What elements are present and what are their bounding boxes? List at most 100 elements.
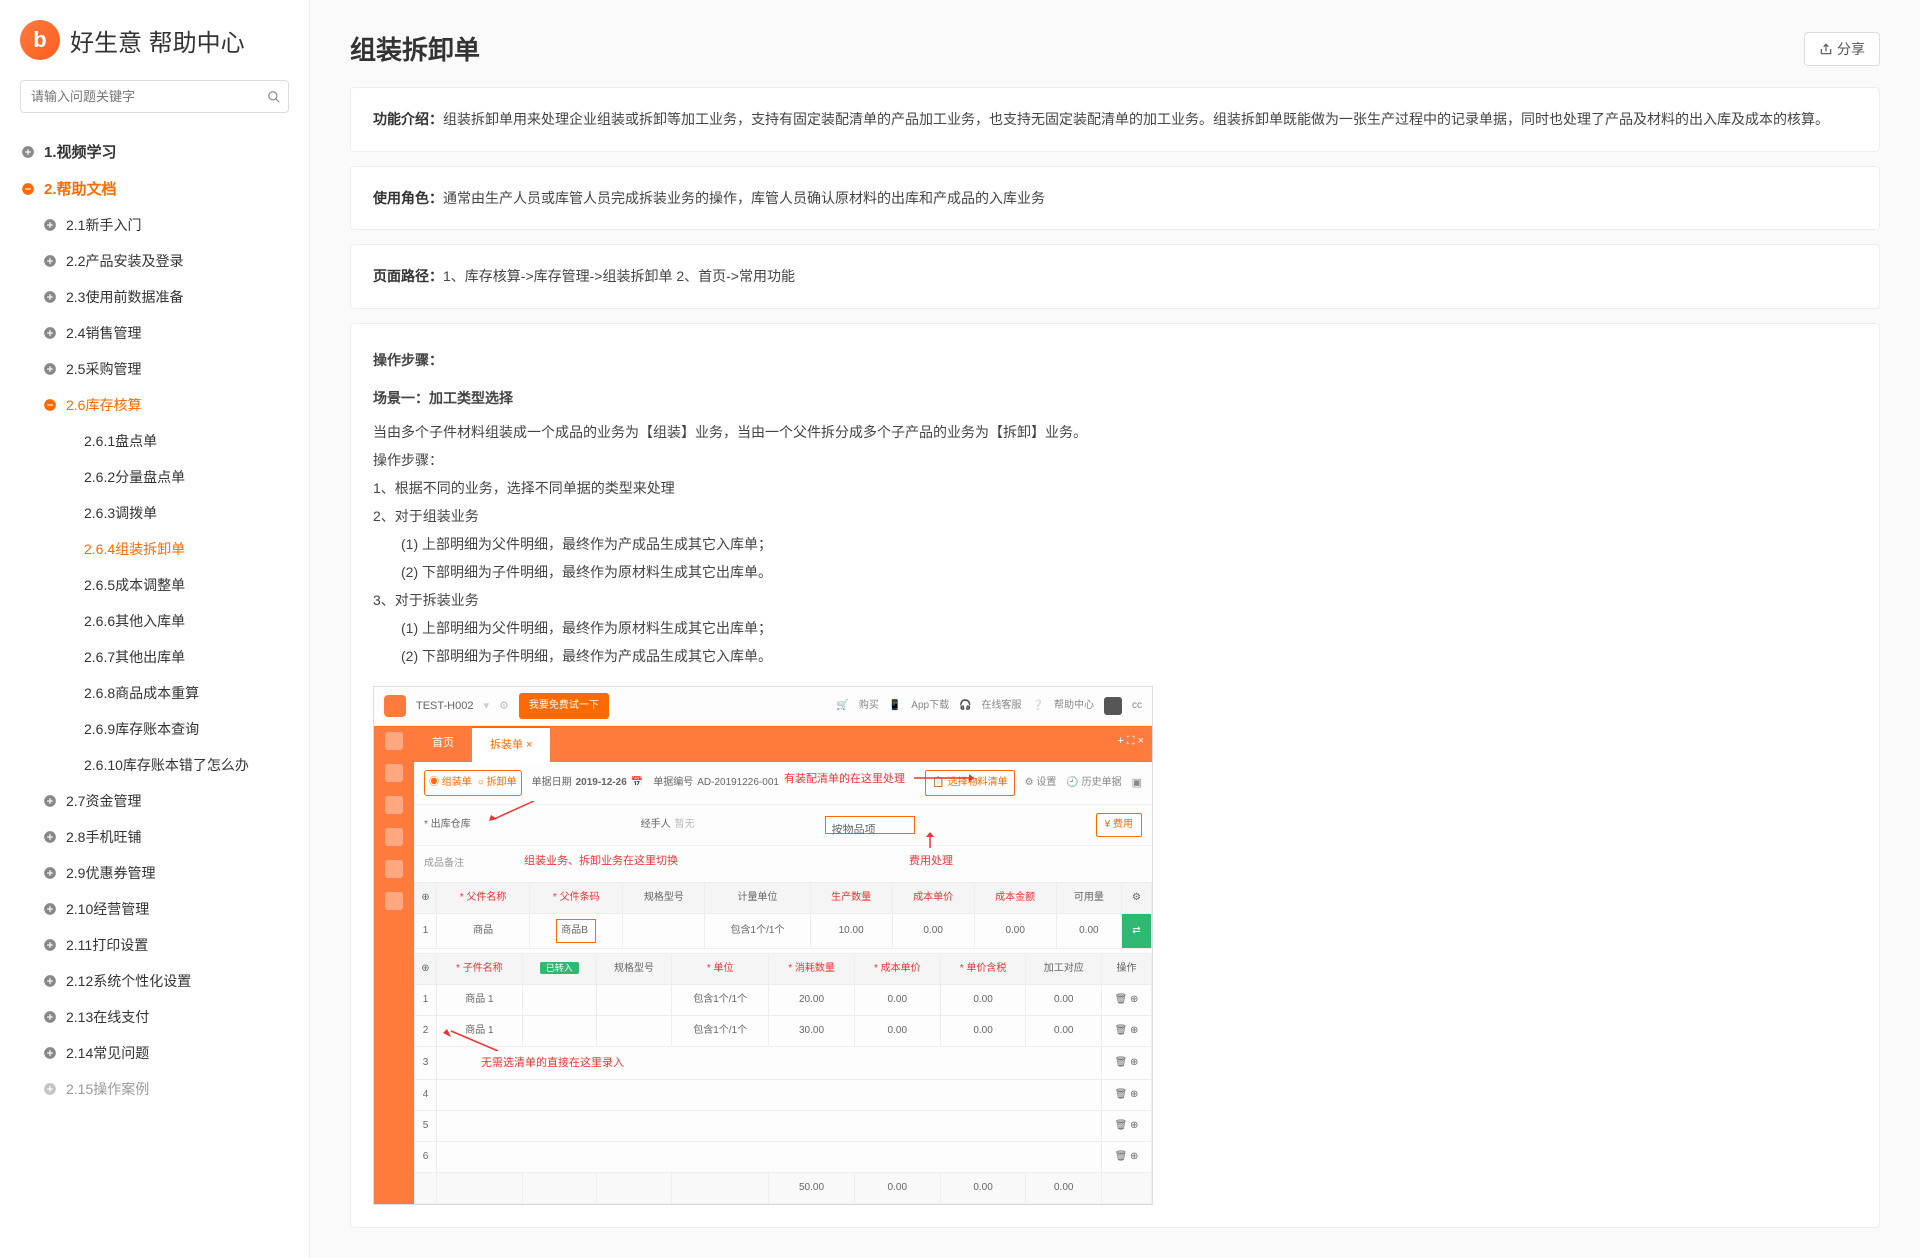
- ss-nav-icon: [385, 892, 403, 910]
- ss-app-download: 📱: [889, 696, 901, 716]
- plus-icon: [42, 1045, 58, 1061]
- nav-2-2[interactable]: 2.2产品安装及登录: [20, 243, 289, 279]
- nav-2-11[interactable]: 2.11打印设置: [20, 927, 289, 963]
- nav-2-9[interactable]: 2.9优惠券管理: [20, 855, 289, 891]
- role-box: 使用角色：通常由生产人员或库管人员完成拆装业务的操作，库管人员确认原材料的出库和…: [350, 166, 1880, 231]
- page-title: 组装拆卸单: [350, 30, 480, 67]
- ss-child-table: ⊕ * 子件名称 已转入 规格型号 * 单位 * 消耗数量 * 成本单价 * 单…: [414, 953, 1152, 1204]
- nav-2-7[interactable]: 2.7资金管理: [20, 783, 289, 819]
- nav-video[interactable]: 1.视频学习: [20, 133, 289, 170]
- ss-annotation-1: 有装配清单的在这里处理: [784, 768, 905, 790]
- ss-try-button: 我要免费试一下: [519, 693, 609, 719]
- step-3-1: (1) 上部明细为父件明细，最终作为原材料生成其它出库单；: [373, 614, 1857, 642]
- nav-2-6-8[interactable]: 2.6.8商品成本重算: [20, 675, 289, 711]
- nav-2-6-9[interactable]: 2.6.9库存账本查询: [20, 711, 289, 747]
- intro-label: 功能介绍：: [373, 111, 443, 127]
- ss-cart-icon: 🛒: [836, 696, 848, 716]
- step-2-2: (2) 下部明细为子件明细，最终作为原材料生成其它出库单。: [373, 558, 1857, 586]
- nav-2-6[interactable]: 2.6库存核算: [20, 387, 289, 423]
- plus-icon: [42, 217, 58, 233]
- intro-box: 功能介绍：组装拆卸单用来处理企业组装或拆卸等加工业务，支持有固定装配清单的产品加…: [350, 87, 1880, 152]
- ss-nav-icon: [385, 860, 403, 878]
- plus-icon: [42, 1081, 58, 1097]
- nav-2-6-7[interactable]: 2.6.7其他出库单: [20, 639, 289, 675]
- nav-2-6-10[interactable]: 2.6.10库存账本错了怎么办: [20, 747, 289, 783]
- ss-fee-btn: ¥ 费用: [1096, 813, 1142, 837]
- intro-text: 组装拆卸单用来处理企业组装或拆卸等加工业务，支持有固定装配清单的产品加工业务，也…: [443, 111, 1829, 127]
- ss-left-nav: [374, 726, 414, 1204]
- ss-tab-doc: 拆装单 ×: [472, 726, 550, 762]
- brand-name: 好生意 帮助中心: [70, 23, 245, 58]
- plus-icon: [42, 901, 58, 917]
- steps-heading-2: 操作步骤：: [373, 446, 1857, 474]
- minus-icon: [20, 181, 36, 197]
- steps-box: 操作步骤： 场景一：加工类型选择 当由多个子件材料组装成一个成品的业务为【组装】…: [350, 323, 1880, 1228]
- ss-avatar-icon: [1104, 697, 1122, 715]
- step-3: 3、对于拆装业务: [373, 586, 1857, 614]
- search-input[interactable]: [20, 80, 289, 113]
- plus-icon: [42, 361, 58, 377]
- ss-topbar: TEST-H002 ▾ ⚙ 我要免费试一下 🛒购买 📱App下载 🎧在线客服 ❔…: [374, 687, 1152, 726]
- ss-tab-home: 首页: [414, 726, 472, 762]
- nav-2-15[interactable]: 2.15操作案例: [20, 1071, 289, 1107]
- nav-2-1[interactable]: 2.1新手入门: [20, 207, 289, 243]
- path-label: 页面路径：: [373, 268, 443, 284]
- step-3-2: (2) 下部明细为子件明细，最终作为产成品生成其它入库单。: [373, 642, 1857, 670]
- share-icon: [1819, 42, 1833, 56]
- ss-company: TEST-H002: [416, 695, 473, 717]
- main-content: 组装拆卸单 分享 功能介绍：组装拆卸单用来处理企业组装或拆卸等加工业务，支持有固…: [310, 0, 1920, 1258]
- nav-list: 1.视频学习 2.帮助文档 2.1新手入门 2.2产品安装及登录 2.3使用前数…: [20, 133, 289, 1107]
- nav-2-6-5[interactable]: 2.6.5成本调整单: [20, 567, 289, 603]
- ss-nav-icon: [385, 732, 403, 750]
- plus-icon: [20, 144, 36, 160]
- nav-2-6-1[interactable]: 2.6.1盘点单: [20, 423, 289, 459]
- plus-icon: [42, 865, 58, 881]
- scene-desc: 当由多个子件材料组装成一个成品的业务为【组装】业务，当由一个父件拆分成多个子产品…: [373, 418, 1857, 446]
- nav-2-14[interactable]: 2.14常见问题: [20, 1035, 289, 1071]
- nav-2-3[interactable]: 2.3使用前数据准备: [20, 279, 289, 315]
- plus-icon: [42, 973, 58, 989]
- ss-gear-icon: ⚙: [499, 695, 509, 717]
- ss-service-icon: 🎧: [959, 696, 971, 716]
- ss-select-material: 📋 选择物料清单: [925, 770, 1014, 796]
- ss-annotation-3: 费用处理: [909, 850, 953, 872]
- path-box: 页面路径：1、库存核算->库存管理->组装拆卸单 2、首页->常用功能: [350, 244, 1880, 309]
- nav-2-10[interactable]: 2.10经营管理: [20, 891, 289, 927]
- plus-icon: [42, 793, 58, 809]
- nav-2-8[interactable]: 2.8手机旺铺: [20, 819, 289, 855]
- ss-fee-input: 按物品项: [825, 816, 915, 834]
- ss-nav-icon: [385, 764, 403, 782]
- plus-icon: [42, 253, 58, 269]
- nav-docs[interactable]: 2.帮助文档: [20, 170, 289, 207]
- ss-nav-icon: [385, 796, 403, 814]
- share-label: 分享: [1837, 39, 1865, 59]
- step-2: 2、对于组装业务: [373, 502, 1857, 530]
- ss-parent-table: ⊕ * 父件名称 * 父件条码 规格型号 计量单位 生产数量 成本单价 成本金额…: [414, 882, 1152, 949]
- ss-username: cc: [1132, 696, 1142, 716]
- steps-heading: 操作步骤：: [373, 346, 1857, 374]
- ss-type-radio: ◉ 组装单 ○ 拆卸单: [424, 770, 522, 796]
- ss-logo-icon: [384, 695, 406, 717]
- plus-icon: [42, 937, 58, 953]
- nav-2-5[interactable]: 2.5采购管理: [20, 351, 289, 387]
- nav-2-6-4[interactable]: 2.6.4组装拆卸单: [20, 531, 289, 567]
- step-1: 1、根据不同的业务，选择不同单据的类型来处理: [373, 474, 1857, 502]
- role-label: 使用角色：: [373, 190, 443, 206]
- nav-2-4[interactable]: 2.4销售管理: [20, 315, 289, 351]
- ss-help-icon: ❔: [1032, 696, 1044, 716]
- nav-2-13[interactable]: 2.13在线支付: [20, 999, 289, 1035]
- nav-2-6-3[interactable]: 2.6.3调拨单: [20, 495, 289, 531]
- ss-annotation-4: 无需选清单的直接在这里录入: [481, 1057, 624, 1069]
- share-button[interactable]: 分享: [1804, 32, 1880, 66]
- nav-2-12[interactable]: 2.12系统个性化设置: [20, 963, 289, 999]
- role-text: 通常由生产人员或库管人员完成拆装业务的操作，库管人员确认原材料的出库和产成品的入…: [443, 190, 1045, 206]
- plus-icon: [42, 1009, 58, 1025]
- step-2-1: (1) 上部明细为父件明细，最终作为产成品生成其它入库单；: [373, 530, 1857, 558]
- plus-icon: [42, 325, 58, 341]
- brand-logo: b: [20, 20, 60, 60]
- nav-2-6-2[interactable]: 2.6.2分量盘点单: [20, 459, 289, 495]
- path-text: 1、库存核算->库存管理->组装拆卸单 2、首页->常用功能: [443, 268, 795, 284]
- nav-2-6-6[interactable]: 2.6.6其他入库单: [20, 603, 289, 639]
- plus-icon: [42, 829, 58, 845]
- ss-annotation-2: 组装业务、拆卸业务在这里切换: [524, 850, 678, 872]
